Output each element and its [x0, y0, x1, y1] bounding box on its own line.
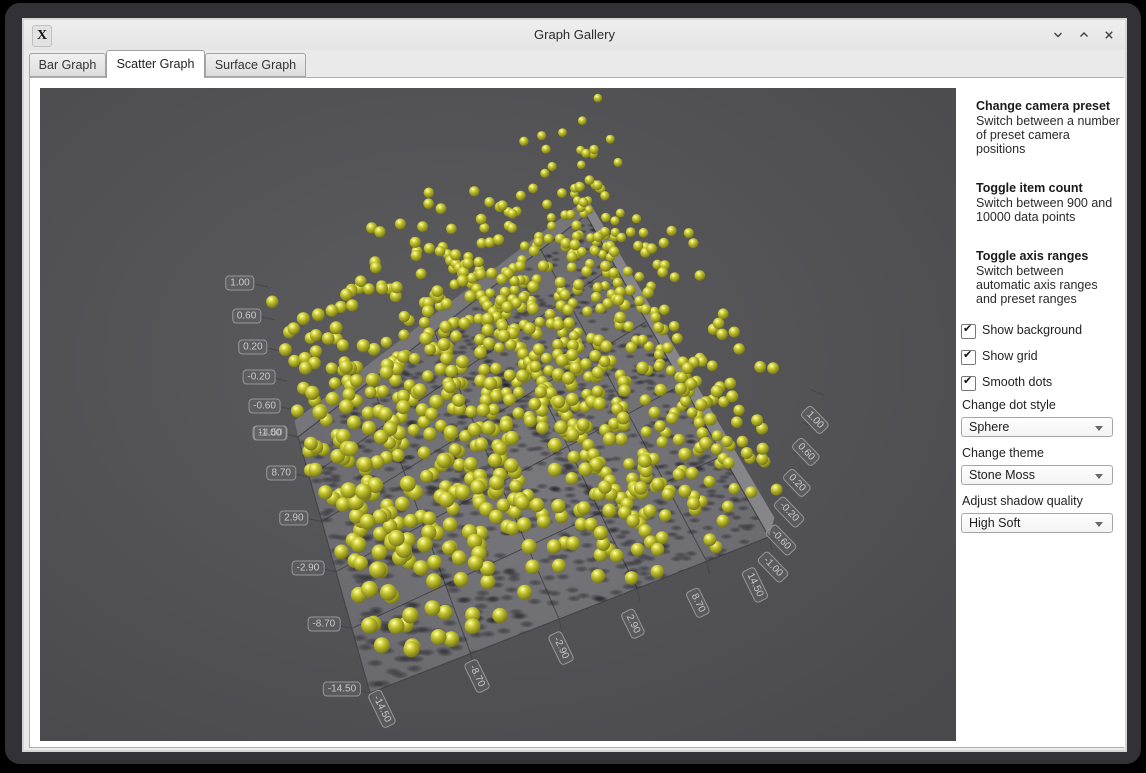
theme-select[interactable]: Stone Moss: [961, 465, 1113, 485]
axis-tick-label: 2.90: [279, 510, 309, 526]
tab-bar-graph[interactable]: Bar Graph: [29, 53, 106, 77]
window-title: Graph Gallery: [534, 27, 615, 42]
check-icon: ✔: [963, 323, 973, 335]
app-window: X Graph Gallery Bar Graph Scatter Graph: [22, 18, 1127, 752]
checkbox-label: Show background: [982, 323, 1083, 337]
axis-tick-label: 1.00: [225, 275, 255, 291]
axis-tick-label: -0.20: [242, 369, 276, 385]
title-bar[interactable]: X Graph Gallery: [24, 20, 1125, 50]
check-icon: ✔: [963, 349, 973, 361]
command-link-description: Switch between 900 and 10000 data points: [976, 196, 1113, 224]
axis-tick-label: -2.90: [291, 560, 325, 576]
chevron-down-icon: [1054, 32, 1062, 38]
toggle-axis-ranges-button[interactable]: Toggle axis ranges Switch between automa…: [976, 249, 1120, 306]
chevron-down-icon: [1095, 522, 1103, 527]
dot-style-select[interactable]: Sphere: [961, 417, 1113, 437]
axis-tick-label: 0.60: [231, 308, 262, 324]
command-link-description: Switch between a number of preset camera…: [976, 114, 1120, 156]
tab-surface-graph[interactable]: Surface Graph: [205, 53, 306, 77]
minimize-button[interactable]: [1049, 27, 1067, 44]
command-link-title: Toggle item count: [976, 181, 1083, 195]
axis-tick-label: -0.60: [248, 398, 281, 414]
checkbox-box[interactable]: ✔: [961, 323, 976, 339]
command-link-title: Change camera preset: [976, 99, 1111, 113]
checkbox-label: Smooth dots: [982, 375, 1053, 389]
control-panel: Change camera preset Switch between a nu…: [956, 78, 1125, 747]
tab-content-pane: 14.50 8.70 2.90 -2.90 -8.70 -14.50 -14.50 -8.70…: [29, 77, 1125, 748]
close-icon: [1105, 31, 1113, 39]
chevron-up-icon: [1080, 32, 1088, 37]
shadow-quality-label: Adjust shadow quality: [962, 494, 1083, 508]
shadow-quality-value: High Soft: [969, 516, 1021, 530]
shadow-quality-select[interactable]: High Soft: [961, 513, 1113, 533]
theme-label: Change theme: [962, 446, 1045, 460]
axis-tick-label: -1.00: [253, 425, 287, 441]
theme-value: Stone Moss: [969, 468, 1036, 482]
checkbox-box[interactable]: ✔: [961, 375, 976, 391]
axis-tick-label: -8.70: [307, 616, 341, 632]
change-camera-preset-button[interactable]: Change camera preset Switch between a nu…: [976, 99, 1120, 156]
dot-style-label: Change dot style: [962, 398, 1056, 412]
checkbox-label: Show grid: [982, 349, 1038, 363]
check-icon: ✔: [963, 375, 973, 387]
dot-style-value: Sphere: [969, 420, 1010, 434]
command-link-title: Toggle axis ranges: [976, 249, 1089, 263]
maximize-button[interactable]: [1075, 27, 1093, 44]
tab-scatter-graph[interactable]: Scatter Graph: [106, 50, 205, 78]
toggle-item-count-button[interactable]: Toggle item count Switch between 900 and…: [976, 181, 1120, 224]
command-link-description: Switch between automatic axis ranges and…: [976, 264, 1098, 306]
chevron-down-icon: [1095, 426, 1103, 431]
scatter-3d-chart[interactable]: 14.50 8.70 2.90 -2.90 -8.70 -14.50 -14.50 -8.70…: [40, 88, 956, 741]
close-button[interactable]: [1100, 27, 1118, 44]
checkbox-box[interactable]: ✔: [961, 349, 976, 365]
axis-tick-label: -14.50: [322, 681, 362, 697]
axis-tick-label: 0.20: [238, 339, 268, 355]
screen: X Graph Gallery Bar Graph Scatter Graph: [0, 0, 1146, 773]
axis-tick-label: 8.70: [266, 465, 296, 481]
chevron-down-icon: [1095, 474, 1103, 479]
